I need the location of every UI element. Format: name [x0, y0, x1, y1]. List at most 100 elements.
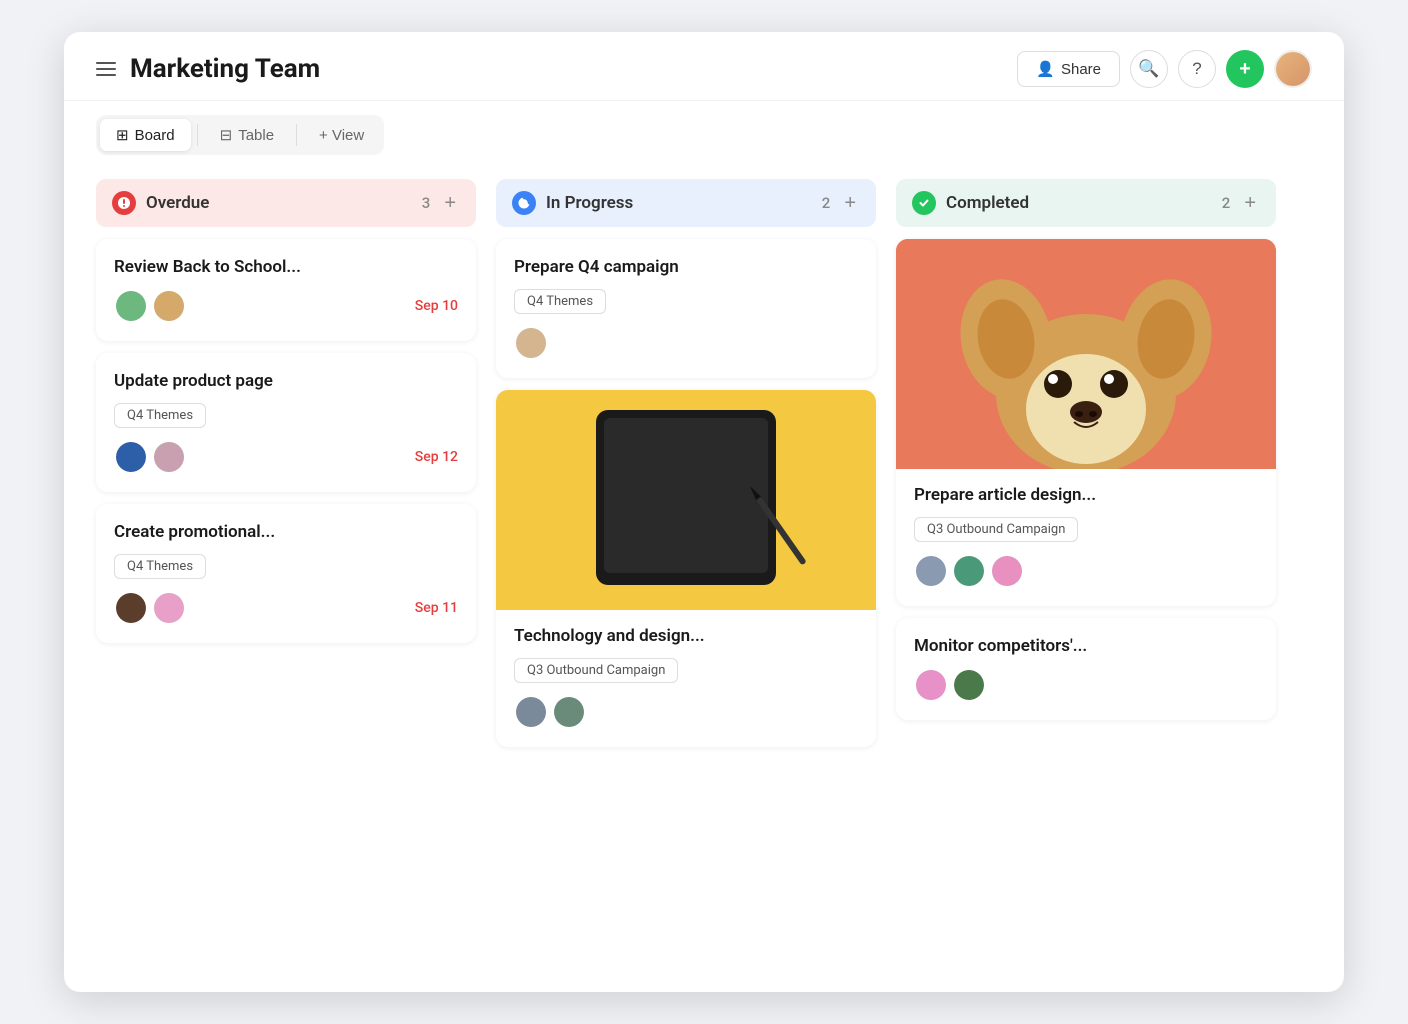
card-review-back[interactable]: Review Back to School... Sep 10	[96, 239, 476, 341]
share-button[interactable]: 👤 Share	[1017, 51, 1120, 87]
header-left: Marketing Team	[96, 54, 320, 84]
card-avatars	[914, 668, 986, 702]
card-monitor-competitors[interactable]: Monitor competitors'...	[896, 618, 1276, 720]
column-header-overdue: Overdue 3 +	[96, 179, 476, 227]
completed-icon-svg	[917, 196, 931, 210]
overdue-icon-svg	[117, 196, 131, 210]
in-progress-icon-svg	[517, 196, 531, 210]
card-avatars	[114, 440, 186, 474]
avatar-man-3	[914, 554, 948, 588]
help-button[interactable]: ?	[1178, 50, 1216, 88]
menu-icon[interactable]	[96, 62, 116, 76]
card-footer: Sep 12	[114, 440, 458, 474]
overdue-add-button[interactable]: +	[440, 192, 460, 215]
card-update-product[interactable]: Update product page Q4 Themes Sep 12	[96, 353, 476, 492]
corgi-svg	[896, 239, 1276, 469]
card-article-design[interactable]: Prepare article design... Q3 Outbound Ca…	[896, 239, 1276, 606]
status-icon-in-progress	[512, 191, 536, 215]
tablet-image	[496, 390, 876, 610]
column-header-completed: Completed 2 +	[896, 179, 1276, 227]
avatar-glasses-man	[152, 289, 186, 323]
due-date: Sep 11	[415, 600, 458, 616]
status-icon-completed	[912, 191, 936, 215]
card-title: Technology and design...	[514, 626, 858, 646]
due-date: Sep 12	[415, 449, 458, 465]
app-window: Marketing Team 👤 Share 🔍 ? + ⊞	[64, 32, 1344, 992]
avatar-beard-man-2	[952, 554, 986, 588]
tablet-svg	[516, 390, 856, 610]
column-completed: Completed 2 +	[896, 179, 1276, 968]
card-footer	[914, 668, 1258, 702]
avatar-pink-hair-2	[914, 668, 948, 702]
card-tag: Q4 Themes	[114, 403, 206, 428]
card-footer: Sep 10	[114, 289, 458, 323]
card-title: Review Back to School...	[114, 257, 458, 277]
avatar-woman	[152, 440, 186, 474]
card-tag: Q4 Themes	[514, 289, 606, 314]
avatar-dark-woman	[952, 668, 986, 702]
card-footer	[514, 326, 858, 360]
board-content: Overdue 3 + Review Back to School...	[64, 155, 1344, 992]
due-date: Sep 10	[415, 298, 458, 314]
card-tag: Q3 Outbound Campaign	[514, 658, 678, 683]
avatar-beard-man	[114, 289, 148, 323]
card-title: Update product page	[114, 371, 458, 391]
in-progress-count: 2	[822, 194, 831, 212]
card-prepare-q4[interactable]: Prepare Q4 campaign Q4 Themes	[496, 239, 876, 378]
card-avatars	[514, 326, 548, 360]
card-tag: Q4 Themes	[114, 554, 206, 579]
overdue-title: Overdue	[146, 193, 412, 213]
avatar-suit-man	[114, 440, 148, 474]
in-progress-add-button[interactable]: +	[840, 192, 860, 215]
add-button[interactable]: +	[1226, 50, 1264, 88]
column-in-progress: In Progress 2 + Prepare Q4 campaign Q4 T…	[496, 179, 876, 968]
avatar-black-woman	[114, 591, 148, 625]
tab-divider	[197, 124, 198, 146]
card-body: Prepare article design... Q3 Outbound Ca…	[896, 469, 1276, 606]
completed-count: 2	[1222, 194, 1231, 212]
person-icon: 👤	[1036, 60, 1055, 78]
card-avatars	[114, 591, 186, 625]
card-title: Create promotional...	[114, 522, 458, 542]
search-icon: 🔍	[1138, 59, 1159, 79]
tab-table[interactable]: ⊟ Table	[204, 119, 290, 151]
header-right: 👤 Share 🔍 ? +	[1017, 50, 1312, 88]
avatar-pink-hair	[152, 591, 186, 625]
card-footer	[914, 554, 1258, 588]
card-title: Monitor competitors'...	[914, 636, 1258, 656]
card-avatars	[114, 289, 186, 323]
card-tech-design[interactable]: Technology and design... Q3 Outbound Cam…	[496, 390, 876, 747]
tab-divider-2	[296, 124, 297, 146]
page-title: Marketing Team	[130, 54, 320, 84]
avatar-blonde-woman	[514, 326, 548, 360]
avatar-glasses-man-2	[514, 695, 548, 729]
toolbar: ⊞ Board ⊟ Table + View	[64, 101, 1344, 155]
column-header-in-progress: In Progress 2 +	[496, 179, 876, 227]
completed-add-button[interactable]: +	[1240, 192, 1260, 215]
table-icon: ⊟	[220, 126, 233, 144]
card-title: Prepare Q4 campaign	[514, 257, 858, 277]
board-icon: ⊞	[116, 126, 129, 144]
header: Marketing Team 👤 Share 🔍 ? +	[64, 32, 1344, 101]
card-body: Technology and design... Q3 Outbound Cam…	[496, 610, 876, 747]
tab-board[interactable]: ⊞ Board	[100, 119, 191, 151]
completed-title: Completed	[946, 193, 1212, 213]
card-footer: Sep 11	[114, 591, 458, 625]
card-avatars	[914, 554, 1024, 588]
card-footer	[514, 695, 858, 729]
search-button[interactable]: 🔍	[1130, 50, 1168, 88]
card-tag: Q3 Outbound Campaign	[914, 517, 1078, 542]
card-avatars	[514, 695, 586, 729]
avatar-man-2	[552, 695, 586, 729]
card-create-promo[interactable]: Create promotional... Q4 Themes Sep 11	[96, 504, 476, 643]
status-icon-overdue	[112, 191, 136, 215]
help-icon: ?	[1192, 59, 1201, 79]
in-progress-title: In Progress	[546, 193, 812, 213]
column-overdue: Overdue 3 + Review Back to School...	[96, 179, 476, 968]
avatar-pink-woman	[990, 554, 1024, 588]
avatar[interactable]	[1274, 50, 1312, 88]
corgi-image	[896, 239, 1276, 469]
tab-view[interactable]: + View	[303, 120, 380, 151]
card-title: Prepare article design...	[914, 485, 1258, 505]
plus-icon: +	[1239, 58, 1251, 81]
